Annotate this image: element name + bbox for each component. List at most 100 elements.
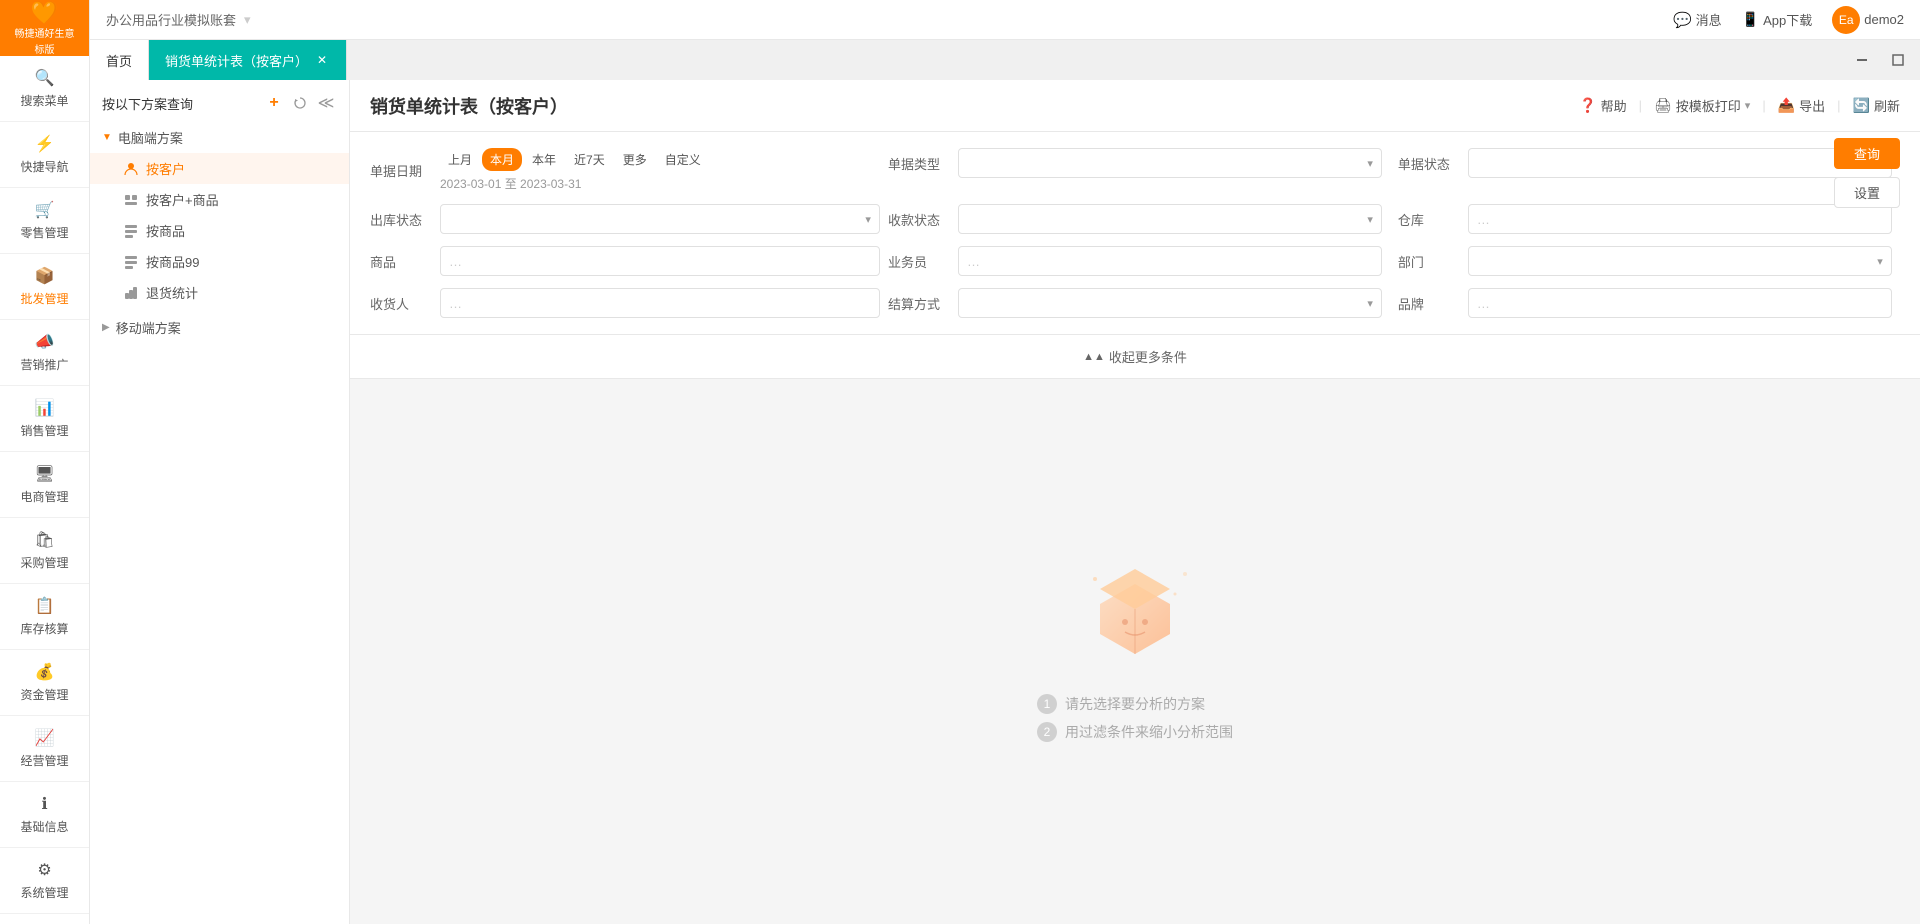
filter-goods-cell: 商品 … xyxy=(370,246,880,276)
filter-department-cell: 部门 ▾ xyxy=(1390,246,1900,276)
left-panel-title: 按以下方案查询 xyxy=(102,94,193,113)
scheme-item-by-customer[interactable]: 按客户 xyxy=(90,153,349,184)
tab-close-icon[interactable]: ✕ xyxy=(314,52,330,68)
filter-doc-status-cell: 单据状态 ▾ xyxy=(1390,148,1900,178)
brand-label: 品牌 xyxy=(1398,294,1468,313)
consignee-select[interactable]: … xyxy=(440,288,880,318)
warehouse-select[interactable]: … xyxy=(1468,204,1892,234)
collapse-panel-button[interactable]: ≪ xyxy=(315,92,337,114)
logo[interactable]: 🧡 畅捷通好生意 标版 xyxy=(0,0,90,56)
export-button[interactable]: 📤 导出 xyxy=(1778,96,1825,115)
messages-button[interactable]: 💬 消息 xyxy=(1673,10,1722,29)
header-right: 💬 消息 📱 App下载 Ea demo2 xyxy=(1673,6,1904,34)
tab-home-label: 首页 xyxy=(106,51,132,70)
sidebar-item-quick-nav[interactable]: ⚡ 快捷导航 xyxy=(0,122,90,188)
sidebar-item-basic[interactable]: ℹ 基础信息 xyxy=(0,782,90,848)
receipt-status-select[interactable]: ▾ xyxy=(958,204,1382,234)
return-stats-icon xyxy=(122,284,140,302)
collapse-label: 收起更多条件 xyxy=(1109,347,1187,366)
help-button[interactable]: ❓ 帮助 xyxy=(1579,96,1626,115)
out-status-arrow-icon: ▾ xyxy=(865,213,871,226)
filter-doc-type-cell: 单据类型 ▾ xyxy=(880,148,1390,178)
scheme-item-by-goods-99[interactable]: 按商品99 xyxy=(90,246,349,277)
collapse-button[interactable]: ▲▲ 收起更多条件 xyxy=(1067,343,1203,370)
app-download-button[interactable]: 📱 App下载 xyxy=(1742,10,1813,29)
help-label: 帮助 xyxy=(1601,96,1627,115)
tab-sales-stat[interactable]: 销货单统计表（按客户） ✕ xyxy=(149,40,347,80)
department-select[interactable]: ▾ xyxy=(1468,246,1892,276)
hint-num-1: 1 xyxy=(1037,694,1057,714)
date-more-button[interactable]: 更多 xyxy=(615,148,655,171)
date-this-year-button[interactable]: 本年 xyxy=(524,148,564,171)
sidebar-item-label: 搜索菜单 xyxy=(5,92,85,109)
tab-home[interactable]: 首页 xyxy=(90,40,149,80)
doc-type-select[interactable]: ▾ xyxy=(958,148,1382,178)
sidebar-item-purchase[interactable]: 🛍 采购管理 xyxy=(0,518,90,584)
salesperson-select[interactable]: … xyxy=(958,246,1382,276)
refresh-scheme-button[interactable] xyxy=(289,92,311,114)
sidebar-item-label: 批发管理 xyxy=(20,290,68,307)
filter-out-status-cell: 出库状态 ▾ xyxy=(370,204,880,234)
sidebar-item-search[interactable]: 🔍 搜索菜单 xyxy=(0,56,90,122)
scheme-item-by-goods[interactable]: 按商品 xyxy=(90,215,349,246)
refresh-button[interactable]: 🔄 刷新 xyxy=(1853,96,1900,115)
goods-icon xyxy=(122,222,140,240)
sidebar-item-operations[interactable]: 📈 经营管理 xyxy=(0,716,90,782)
scheme-group-mobile-header[interactable]: ▶ 移动端方案 xyxy=(90,312,349,343)
sidebar-item-wholesale[interactable]: 📦 批发管理 xyxy=(0,254,90,320)
sidebar-item-sales-mgmt[interactable]: 📊 销售管理 xyxy=(0,386,90,452)
query-button[interactable]: 查询 xyxy=(1834,138,1900,169)
avatar: Ea xyxy=(1832,6,1860,34)
scheme-item-return-stats[interactable]: 退货统计 xyxy=(90,277,349,308)
marketing-icon: 📣 xyxy=(5,332,85,352)
brand-placeholder: … xyxy=(1477,296,1490,311)
top-header: 办公用品行业模拟账套 ▾ 💬 消息 📱 App下载 Ea demo2 xyxy=(90,0,1920,40)
goods99-icon xyxy=(122,253,140,271)
out-status-select[interactable]: ▾ xyxy=(440,204,880,234)
scheme-item-by-customer-goods[interactable]: 按客户+商品 xyxy=(90,184,349,215)
logo-text: 畅捷通好生意 xyxy=(15,28,75,41)
warehouse-placeholder: … xyxy=(1477,212,1490,227)
sidebar-item-label: 库存核算 xyxy=(5,620,85,637)
scheme-group-pc-header[interactable]: ▼ 电脑端方案 xyxy=(90,122,349,153)
sidebar-item-label: 营销推广 xyxy=(5,356,85,373)
date-last-month-button[interactable]: 上月 xyxy=(440,148,480,171)
sidebar-item-label: 经营管理 xyxy=(5,752,85,769)
template-print-button[interactable]: 🖨 按模板打印 ▾ xyxy=(1654,96,1750,115)
empty-hint-1: 1 请先选择要分析的方案 xyxy=(1037,694,1233,714)
brand-select[interactable]: … xyxy=(1468,288,1892,318)
separator-2: | xyxy=(1762,98,1765,113)
settlement-label: 结算方式 xyxy=(888,294,958,313)
goods-select[interactable]: … xyxy=(440,246,880,276)
doc-status-select[interactable]: ▾ xyxy=(1468,148,1892,178)
export-label: 导出 xyxy=(1799,96,1825,115)
page-title: 销货单统计表（按客户） xyxy=(370,93,568,119)
department-label: 部门 xyxy=(1398,252,1468,271)
sidebar-item-system[interactable]: ⚙ 系统管理 xyxy=(0,848,90,914)
settlement-select[interactable]: ▾ xyxy=(958,288,1382,318)
user-profile[interactable]: Ea demo2 xyxy=(1832,6,1904,34)
sidebar-item-retail[interactable]: 🛒 零售管理 xyxy=(0,188,90,254)
help-icon: ❓ xyxy=(1579,97,1596,114)
sidebar-item-marketing[interactable]: 📣 营销推广 xyxy=(0,320,90,386)
sales-icon: 📊 xyxy=(5,398,85,418)
salesperson-label: 业务员 xyxy=(888,252,958,271)
add-scheme-button[interactable]: + xyxy=(263,92,285,114)
date-last-7-days-button[interactable]: 近7天 xyxy=(566,148,613,171)
date-custom-button[interactable]: 自定义 xyxy=(657,148,709,171)
settings-button[interactable]: 设置 xyxy=(1834,177,1900,208)
sidebar-item-label: 系统管理 xyxy=(5,884,85,901)
left-panel-header: 按以下方案查询 + ≪ xyxy=(90,92,349,122)
sidebar-item-finance[interactable]: 💰 资金管理 xyxy=(0,650,90,716)
sidebar-item-inventory[interactable]: 📋 库存核算 xyxy=(0,584,90,650)
page-title-bar: 销货单统计表（按客户） ❓ 帮助 | 🖨 按模板打印 ▾ | 📤 xyxy=(350,80,1920,132)
header-title: 办公用品行业模拟账套 xyxy=(106,10,236,29)
tab-minimize-button[interactable] xyxy=(1848,46,1876,74)
empty-hint-2: 2 用过滤条件来缩小分析范围 xyxy=(1037,722,1233,742)
sidebar-item-ecommerce[interactable]: 🖥 电商管理 xyxy=(0,452,90,518)
tabs-bar: 首页 销货单统计表（按客户） ✕ xyxy=(90,40,1920,80)
sidebar-item-enterprise[interactable]: 🤝 企业协同 xyxy=(0,914,90,924)
tab-maximize-button[interactable] xyxy=(1884,46,1912,74)
filter-row-1: 单据日期 上月 本月 本年 近7天 更多 自定义 2023-03-01 至 20… xyxy=(370,148,1900,192)
date-this-month-button[interactable]: 本月 xyxy=(482,148,522,171)
